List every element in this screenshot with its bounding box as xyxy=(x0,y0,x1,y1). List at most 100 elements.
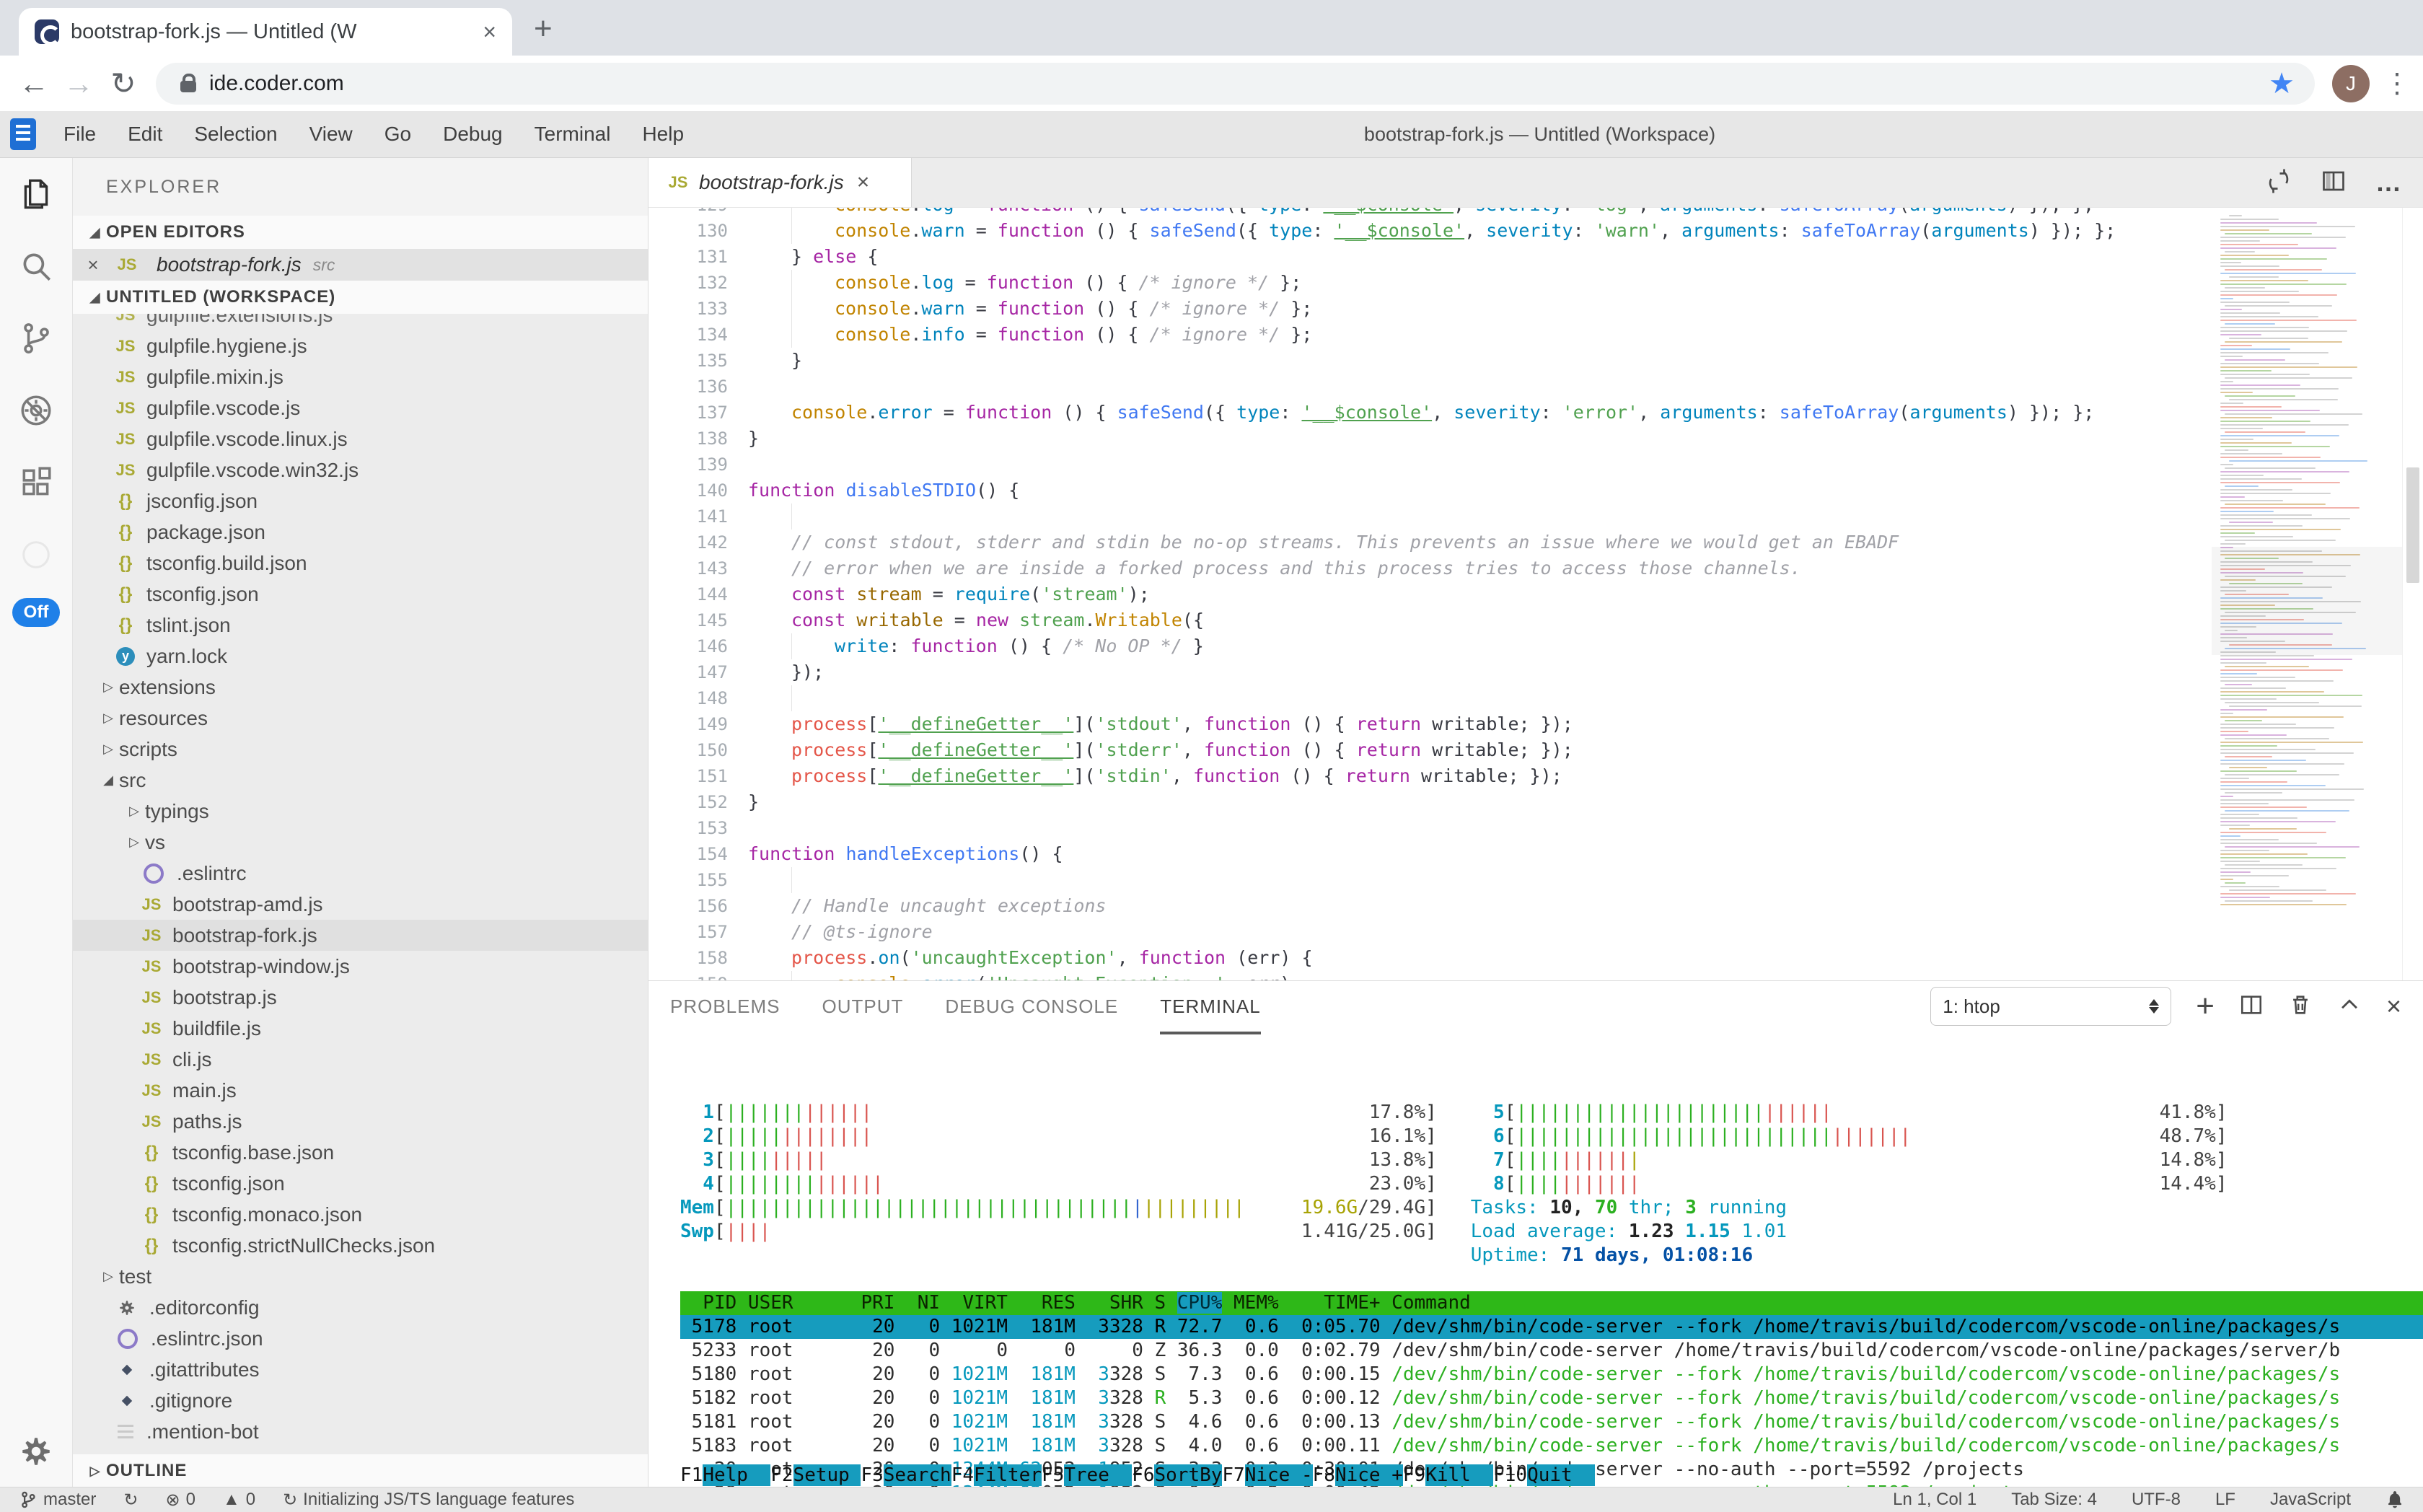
close-panel-icon[interactable]: × xyxy=(2386,991,2401,1021)
code-line-154[interactable]: 154function handleExceptions() { xyxy=(648,841,2212,867)
code-line-131[interactable]: 131} else { xyxy=(648,244,2212,270)
kill-terminal-icon[interactable] xyxy=(2288,993,2313,1021)
tree-item-bootstrap.js[interactable]: JSbootstrap.js xyxy=(73,982,648,1013)
code-line-158[interactable]: 158process.on('uncaughtException', funct… xyxy=(648,945,2212,971)
process-row[interactable]: 5182 root 20 0 1021M 181M 3328 R 5.3 0.6… xyxy=(680,1386,2423,1410)
code-line-151[interactable]: 151process['__defineGetter__']('stdin', … xyxy=(648,763,2212,789)
source-control-icon[interactable] xyxy=(0,302,72,374)
back-arrow-icon[interactable]: ← xyxy=(12,66,56,101)
code-line-136[interactable]: 136 xyxy=(648,374,2212,400)
browser-tab[interactable]: bootstrap-fork.js — Untitled (W × xyxy=(19,8,512,56)
code-line-147[interactable]: 147}); xyxy=(648,659,2212,685)
code-line-133[interactable]: 133console.warn = function () { /* ignor… xyxy=(648,296,2212,322)
new-tab-button[interactable]: + xyxy=(534,11,553,47)
panel-tab-problems[interactable]: PROBLEMS xyxy=(670,981,780,1034)
status-warn[interactable]: ▲0 xyxy=(223,1490,255,1510)
explorer-icon[interactable] xyxy=(0,158,72,230)
tree-item-tsconfig.monaco.json[interactable]: {}tsconfig.monaco.json xyxy=(73,1199,648,1230)
avatar[interactable]: J xyxy=(2332,65,2370,102)
status-badge[interactable]: Off xyxy=(12,598,61,627)
minimap[interactable] xyxy=(2212,208,2402,980)
menu-terminal[interactable]: Terminal xyxy=(519,123,627,145)
status-eol[interactable]: LF xyxy=(2215,1490,2235,1510)
tree-item-gulpfile.hygiene.js[interactable]: JSgulpfile.hygiene.js xyxy=(73,330,648,361)
code-line-129[interactable]: 129console.log = function () { safeSend(… xyxy=(648,208,2212,218)
code-editor[interactable]: 129console.log = function () { safeSend(… xyxy=(648,208,2423,980)
code-line-159[interactable]: 159console.error('Uncaught Exception: ',… xyxy=(648,971,2212,980)
process-row[interactable]: 5233 root 20 0 0 0 0 Z 36.3 0.0 0:02.79 … xyxy=(680,1339,2423,1363)
tree-item-.editorconfig[interactable]: .editorconfig xyxy=(73,1292,648,1323)
reload-icon[interactable]: ↻ xyxy=(101,66,146,101)
process-row[interactable]: 5181 root 20 0 1021M 181M 3328 S 4.6 0.6… xyxy=(680,1410,2423,1434)
code-line-152[interactable]: 152} xyxy=(648,789,2212,815)
forward-arrow-icon[interactable]: → xyxy=(56,66,101,101)
status-error[interactable]: ⊗0 xyxy=(165,1490,195,1511)
code-line-144[interactable]: 144const stream = require('stream'); xyxy=(648,581,2212,607)
status-tab-size[interactable]: Tab Size: 4 xyxy=(2011,1490,2097,1510)
code-line-139[interactable]: 139 xyxy=(648,452,2212,478)
address-bar[interactable]: ide.coder.com ★ xyxy=(156,63,2315,105)
bell-icon[interactable] xyxy=(2385,1490,2404,1509)
tree-item-tslint.json[interactable]: {}tslint.json xyxy=(73,610,648,641)
minimap-slider[interactable] xyxy=(2212,547,2402,655)
panel-tab-output[interactable]: OUTPUT xyxy=(822,981,904,1034)
section-workspace[interactable]: ◢ UNTITLED (WORKSPACE) xyxy=(73,281,648,314)
tab-close-icon[interactable]: × xyxy=(483,19,496,45)
open-editor-item[interactable]: × JS bootstrap-fork.js src xyxy=(73,249,648,281)
panel-tab-debug-console[interactable]: DEBUG CONSOLE xyxy=(945,981,1118,1034)
compare-icon[interactable] xyxy=(2266,168,2292,198)
code-line-143[interactable]: 143// error when we are inside a forked … xyxy=(648,555,2212,581)
tree-item-cli.js[interactable]: JScli.js xyxy=(73,1044,648,1075)
tree-item-package.json[interactable]: {}package.json xyxy=(73,517,648,548)
tree-item-.gitignore[interactable]: .gitignore xyxy=(73,1385,648,1416)
tree-item-resources[interactable]: ▷resources xyxy=(73,703,648,734)
scrollbar-thumb[interactable] xyxy=(2406,467,2419,583)
tree-item-buildfile.js[interactable]: JSbuildfile.js xyxy=(73,1013,648,1044)
tree-item-.mention-bot[interactable]: .mention-bot xyxy=(73,1416,648,1447)
terminal-select[interactable]: 1: htop xyxy=(1930,987,2171,1026)
tree-item-gulpfile.vscode.win32.js[interactable]: JSgulpfile.vscode.win32.js xyxy=(73,454,648,485)
menu-dots-icon[interactable]: ⋮ xyxy=(2383,67,2411,100)
tree-item-tsconfig.base.json[interactable]: {}tsconfig.base.json xyxy=(73,1137,648,1168)
section-open-editors[interactable]: ◢ OPEN EDITORS xyxy=(73,216,648,249)
code-line-140[interactable]: 140function disableSTDIO() { xyxy=(648,478,2212,504)
tree-item-main.js[interactable]: JSmain.js xyxy=(73,1075,648,1106)
close-icon[interactable]: × xyxy=(857,170,870,195)
status-encoding[interactable]: UTF-8 xyxy=(2132,1490,2181,1510)
menu-help[interactable]: Help xyxy=(626,123,700,145)
extensions-icon[interactable] xyxy=(0,447,72,519)
tree-item-tsconfig.build.json[interactable]: {}tsconfig.build.json xyxy=(73,548,648,579)
code-line-153[interactable]: 153 xyxy=(648,815,2212,841)
tree-item-bootstrap-amd.js[interactable]: JSbootstrap-amd.js xyxy=(73,889,648,920)
code-line-148[interactable]: 148 xyxy=(648,685,2212,711)
code-line-137[interactable]: 137console.error = function () { safeSen… xyxy=(648,400,2212,426)
code-line-156[interactable]: 156// Handle uncaught exceptions xyxy=(648,893,2212,919)
menu-go[interactable]: Go xyxy=(369,123,427,145)
menu-debug[interactable]: Debug xyxy=(427,123,519,145)
code-area[interactable]: 129console.log = function () { safeSend(… xyxy=(648,208,2212,980)
tree-item-.eslintrc.json[interactable]: .eslintrc.json xyxy=(73,1323,648,1354)
status-sync[interactable]: ↻ xyxy=(123,1490,138,1511)
tree-item-.gitattributes[interactable]: .gitattributes xyxy=(73,1354,648,1385)
split-editor-icon[interactable] xyxy=(2321,168,2347,198)
code-line-149[interactable]: 149process['__defineGetter__']('stdout',… xyxy=(648,711,2212,737)
maximize-panel-icon[interactable] xyxy=(2337,993,2362,1021)
status-language[interactable]: JavaScript xyxy=(2270,1490,2351,1510)
code-line-142[interactable]: 142// const stdout, stderr and stdin be … xyxy=(648,529,2212,555)
tree-item-vs[interactable]: ▷vs xyxy=(73,827,648,858)
tree-item-.eslintrc[interactable]: .eslintrc xyxy=(73,858,648,889)
more-actions-icon[interactable]: … xyxy=(2375,167,2401,198)
tree-item-tsconfig.json[interactable]: {}tsconfig.json xyxy=(73,1168,648,1199)
tree-item-gulpfile.vscode.linux.js[interactable]: JSgulpfile.vscode.linux.js xyxy=(73,423,648,454)
process-row[interactable]: 5178 root 20 0 1021M 181M 3328 R 72.7 0.… xyxy=(680,1315,2423,1339)
menu-selection[interactable]: Selection xyxy=(178,123,293,145)
code-line-138[interactable]: 138} xyxy=(648,426,2212,452)
tree-item-gulpfile.mixin.js[interactable]: JSgulpfile.mixin.js xyxy=(73,361,648,392)
tree-item-src[interactable]: ◢src xyxy=(73,765,648,796)
tree-item-bootstrap-window.js[interactable]: JSbootstrap-window.js xyxy=(73,951,648,982)
editor-scrollbar[interactable] xyxy=(2402,208,2423,980)
code-line-145[interactable]: 145const writable = new stream.Writable(… xyxy=(648,607,2212,633)
tree-item-bootstrap-fork.js[interactable]: JSbootstrap-fork.js xyxy=(73,920,648,951)
code-line-146[interactable]: 146write: function () { /* No OP */ } xyxy=(648,633,2212,659)
panel-tab-terminal[interactable]: TERMINAL xyxy=(1160,981,1260,1034)
